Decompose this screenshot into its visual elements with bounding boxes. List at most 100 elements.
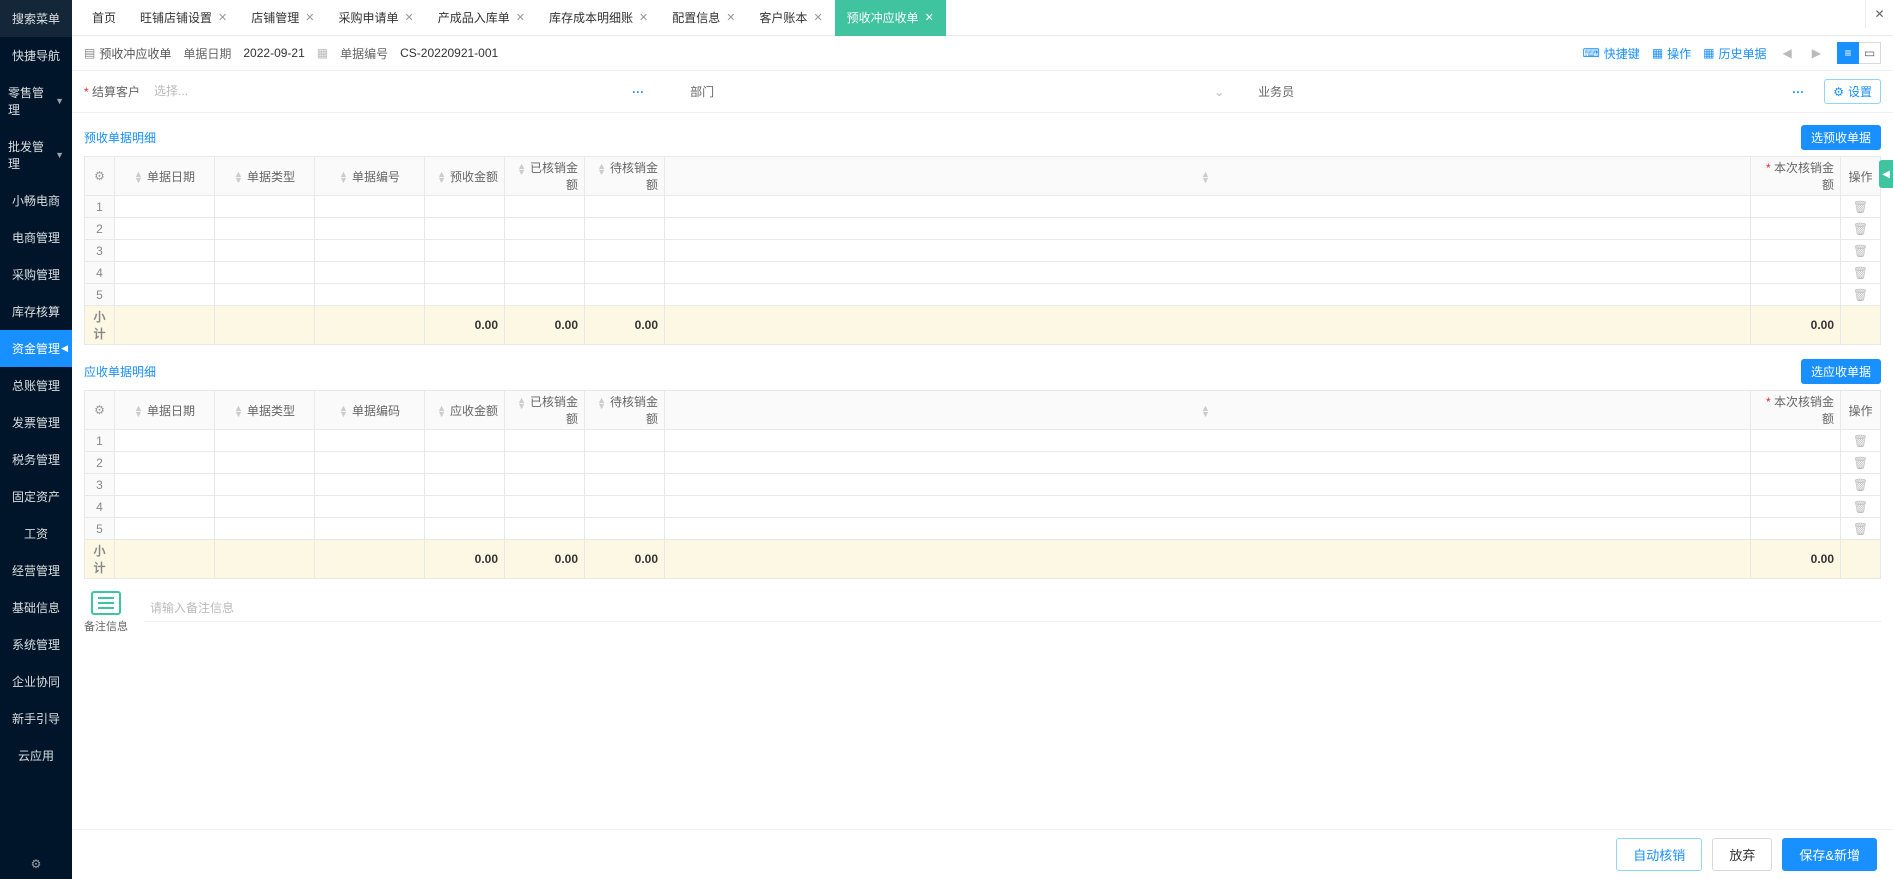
col-pending[interactable]: ▲▼待核销金额 <box>585 157 665 196</box>
sidebar-item-0[interactable]: 搜索菜单 <box>0 0 72 37</box>
select-receivable-button[interactable]: 选应收单据 <box>1801 359 1881 384</box>
table-row[interactable]: 5🗑 <box>85 284 1881 306</box>
sidebar-item-13[interactable]: 工资 <box>0 515 72 552</box>
remark-input[interactable] <box>144 595 1881 622</box>
delete-row-icon[interactable]: 🗑 <box>1853 288 1868 302</box>
dept-input[interactable] <box>722 80 1206 103</box>
select-prepay-button[interactable]: 选预收单据 <box>1801 125 1881 150</box>
table-row[interactable]: 2🗑 <box>85 218 1881 240</box>
table-row[interactable]: 3🗑 <box>85 240 1881 262</box>
sidebar-item-18[interactable]: 新手引导 <box>0 700 72 737</box>
date-value[interactable]: 2022-09-21 <box>243 46 304 60</box>
action-link[interactable]: ▦操作 <box>1652 45 1691 62</box>
next-doc-button[interactable]: ▶ <box>1808 46 1825 60</box>
col-pending[interactable]: ▲▼待核销金额 <box>585 391 665 430</box>
sidebar-settings-icon[interactable]: ⚙ <box>0 849 72 879</box>
tab-close-icon[interactable]: ✕ <box>516 11 525 24</box>
customer-input[interactable] <box>148 80 624 103</box>
delete-row-icon[interactable]: 🗑 <box>1853 200 1868 214</box>
discard-button[interactable]: 放弃 <box>1712 838 1772 871</box>
sidebar-item-3[interactable]: 批发管理▼ <box>0 128 72 182</box>
sidebar-item-8[interactable]: 资金管理◀ <box>0 330 72 367</box>
col-done[interactable]: ▲▼已核销金额 <box>505 391 585 430</box>
sidebar-item-14[interactable]: 经营管理 <box>0 552 72 589</box>
col-this[interactable]: 本次核销金额 <box>1751 157 1841 196</box>
tab-7[interactable]: 客户账本✕ <box>747 0 834 36</box>
sidebar-item-2[interactable]: 零售管理▼ <box>0 74 72 128</box>
col-spacer: ▲▼ <box>665 391 1751 430</box>
sidebar-item-15[interactable]: 基础信息 <box>0 589 72 626</box>
sidebar-item-5[interactable]: 电商管理 <box>0 219 72 256</box>
sidebar-item-19[interactable]: 云应用 <box>0 737 72 774</box>
card-view-button[interactable]: ▭ <box>1859 42 1881 64</box>
sidebar-item-12[interactable]: 固定资产 <box>0 478 72 515</box>
table-row[interactable]: 4🗑 <box>85 496 1881 518</box>
table-row[interactable]: 3🗑 <box>85 474 1881 496</box>
col-done[interactable]: ▲▼已核销金额 <box>505 157 585 196</box>
tab-close-icon[interactable]: ✕ <box>405 11 414 24</box>
settings-button[interactable]: ⚙设置 <box>1824 79 1881 104</box>
history-link[interactable]: ▦历史单据 <box>1703 45 1766 62</box>
tab-close-icon[interactable]: ✕ <box>218 11 227 24</box>
save-new-button[interactable]: 保存&新增 <box>1782 838 1877 871</box>
subtotal-row: 小计0.000.000.000.00 <box>85 306 1881 345</box>
sidebar-item-17[interactable]: 企业协同 <box>0 663 72 700</box>
sales-input[interactable] <box>1302 80 1784 103</box>
sidebar-item-4[interactable]: 小畅电商 <box>0 182 72 219</box>
tab-close-icon[interactable]: ✕ <box>639 11 648 24</box>
table-row[interactable]: 1🗑 <box>85 430 1881 452</box>
delete-row-icon[interactable]: 🗑 <box>1853 266 1868 280</box>
delete-row-icon[interactable]: 🗑 <box>1853 244 1868 258</box>
calendar-icon[interactable]: ▦ <box>317 46 328 60</box>
tab-4[interactable]: 产成品入库单✕ <box>426 0 537 36</box>
tab-3[interactable]: 采购申请单✕ <box>326 0 425 36</box>
sidebar-item-6[interactable]: 采购管理 <box>0 256 72 293</box>
tab-close-icon[interactable]: ✕ <box>305 11 314 24</box>
table-row[interactable]: 1🗑 <box>85 196 1881 218</box>
auto-verify-button[interactable]: 自动核销 <box>1616 838 1702 871</box>
tab-1[interactable]: 旺铺店铺设置✕ <box>128 0 239 36</box>
delete-row-icon[interactable]: 🗑 <box>1853 434 1868 448</box>
table-row[interactable]: 4🗑 <box>85 262 1881 284</box>
table-row[interactable]: 5🗑 <box>85 518 1881 540</box>
close-all-tabs-button[interactable]: ✕ <box>1865 0 1893 28</box>
prev-doc-button[interactable]: ◀ <box>1779 46 1796 60</box>
delete-row-icon[interactable]: 🗑 <box>1853 500 1868 514</box>
col-this[interactable]: 本次核销金额 <box>1751 391 1841 430</box>
delete-row-icon[interactable]: 🗑 <box>1853 478 1868 492</box>
sidebar-item-9[interactable]: 总账管理 <box>0 367 72 404</box>
gear-header[interactable]: ⚙ <box>85 157 115 196</box>
tab-close-icon[interactable]: ✕ <box>726 11 735 24</box>
col-no[interactable]: ▲▼单据编号 <box>315 157 425 196</box>
customer-more-button[interactable]: ··· <box>632 85 644 99</box>
gear-header[interactable]: ⚙ <box>85 391 115 430</box>
table-row[interactable]: 2🗑 <box>85 452 1881 474</box>
col-amt[interactable]: ▲▼预收金额 <box>425 157 505 196</box>
list-view-button[interactable]: ≡ <box>1837 42 1859 64</box>
tab-close-icon[interactable]: ✕ <box>925 11 934 24</box>
sidebar-item-11[interactable]: 税务管理 <box>0 441 72 478</box>
tab-0[interactable]: 首页 <box>80 0 128 36</box>
tab-close-icon[interactable]: ✕ <box>813 11 822 24</box>
sidebar-item-16[interactable]: 系统管理 <box>0 626 72 663</box>
side-drawer-toggle[interactable]: ◀ <box>1879 160 1893 188</box>
tab-6[interactable]: 配置信息✕ <box>660 0 747 36</box>
col-type[interactable]: ▲▼单据类型 <box>215 157 315 196</box>
tab-2[interactable]: 店铺管理✕ <box>239 0 326 36</box>
col-type[interactable]: ▲▼单据类型 <box>215 391 315 430</box>
shortcut-link[interactable]: ⌨快捷键 <box>1582 45 1639 62</box>
sidebar-item-10[interactable]: 发票管理 <box>0 404 72 441</box>
delete-row-icon[interactable]: 🗑 <box>1853 522 1868 536</box>
col-date[interactable]: ▲▼单据日期 <box>115 391 215 430</box>
sidebar-item-1[interactable]: 快捷导航 <box>0 37 72 74</box>
dept-dropdown-icon[interactable]: ⌄ <box>1214 85 1224 99</box>
col-no[interactable]: ▲▼单据编码 <box>315 391 425 430</box>
col-amt[interactable]: ▲▼应收金额 <box>425 391 505 430</box>
tab-8[interactable]: 预收冲应收单✕ <box>835 0 946 36</box>
delete-row-icon[interactable]: 🗑 <box>1853 222 1868 236</box>
tab-5[interactable]: 库存成本明细账✕ <box>537 0 660 36</box>
delete-row-icon[interactable]: 🗑 <box>1853 456 1868 470</box>
sidebar-item-7[interactable]: 库存核算 <box>0 293 72 330</box>
col-date[interactable]: ▲▼单据日期 <box>115 157 215 196</box>
sales-more-button[interactable]: ··· <box>1792 85 1804 99</box>
